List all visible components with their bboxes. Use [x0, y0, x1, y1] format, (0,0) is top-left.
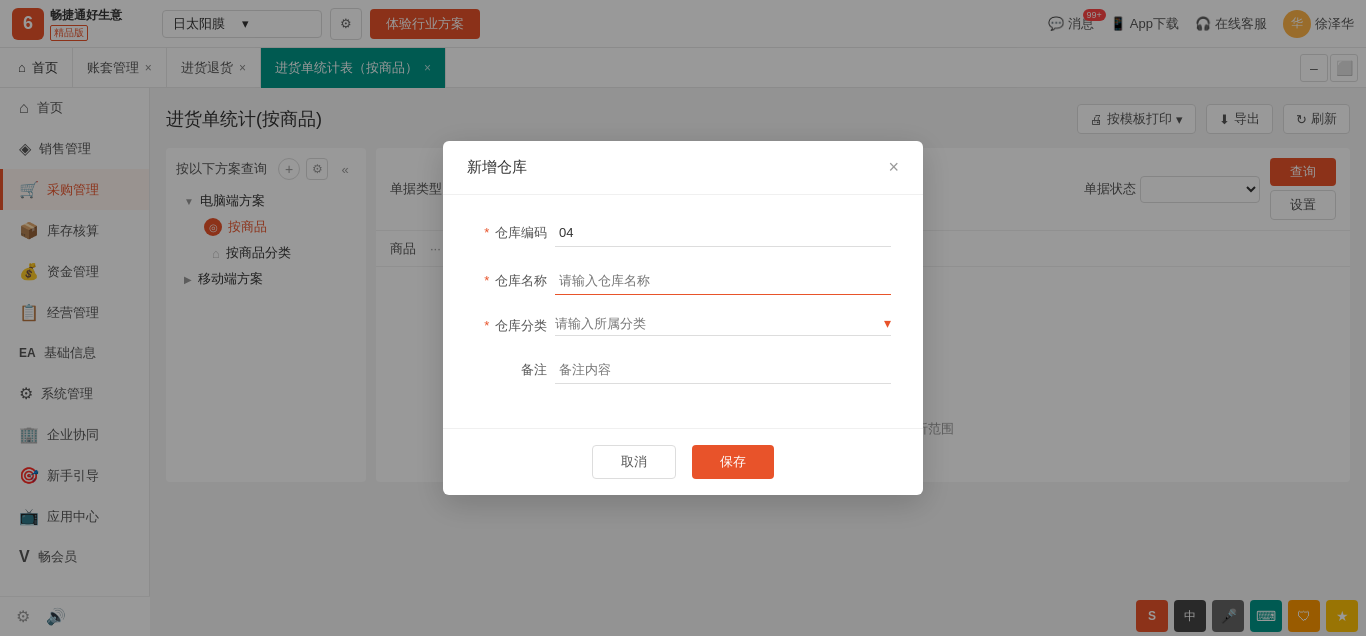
name-label: * 仓库名称: [475, 272, 555, 290]
warehouse-name-input[interactable]: [555, 267, 891, 295]
required-star-cat: *: [484, 318, 489, 333]
modal-overlay[interactable]: 新增仓库 × * 仓库编码 * 仓库名称: [0, 0, 1366, 636]
required-star: *: [484, 225, 489, 240]
modal-footer: 取消 保存: [443, 428, 923, 495]
category-label: * 仓库分类: [475, 317, 555, 335]
required-star-name: *: [484, 273, 489, 288]
modal-body: * 仓库编码 * 仓库名称 * 仓库分类: [443, 195, 923, 428]
code-label: * 仓库编码: [475, 224, 555, 242]
category-select-row: ▾: [555, 315, 891, 336]
category-dropdown-icon[interactable]: ▾: [884, 315, 891, 331]
form-row-category: * 仓库分类 ▾: [475, 315, 891, 336]
cancel-button[interactable]: 取消: [592, 445, 676, 479]
form-row-name: * 仓库名称: [475, 267, 891, 295]
form-row-note: 备注: [475, 356, 891, 384]
warehouse-code-input[interactable]: [555, 219, 891, 247]
form-row-code: * 仓库编码: [475, 219, 891, 247]
modal-close-button[interactable]: ×: [888, 157, 899, 178]
category-input[interactable]: [555, 316, 884, 331]
note-input[interactable]: [555, 356, 891, 384]
modal-header: 新增仓库 ×: [443, 141, 923, 195]
note-label: 备注: [475, 361, 555, 379]
modal-title: 新增仓库: [467, 158, 527, 177]
save-button[interactable]: 保存: [692, 445, 774, 479]
modal-new-warehouse: 新增仓库 × * 仓库编码 * 仓库名称: [443, 141, 923, 495]
